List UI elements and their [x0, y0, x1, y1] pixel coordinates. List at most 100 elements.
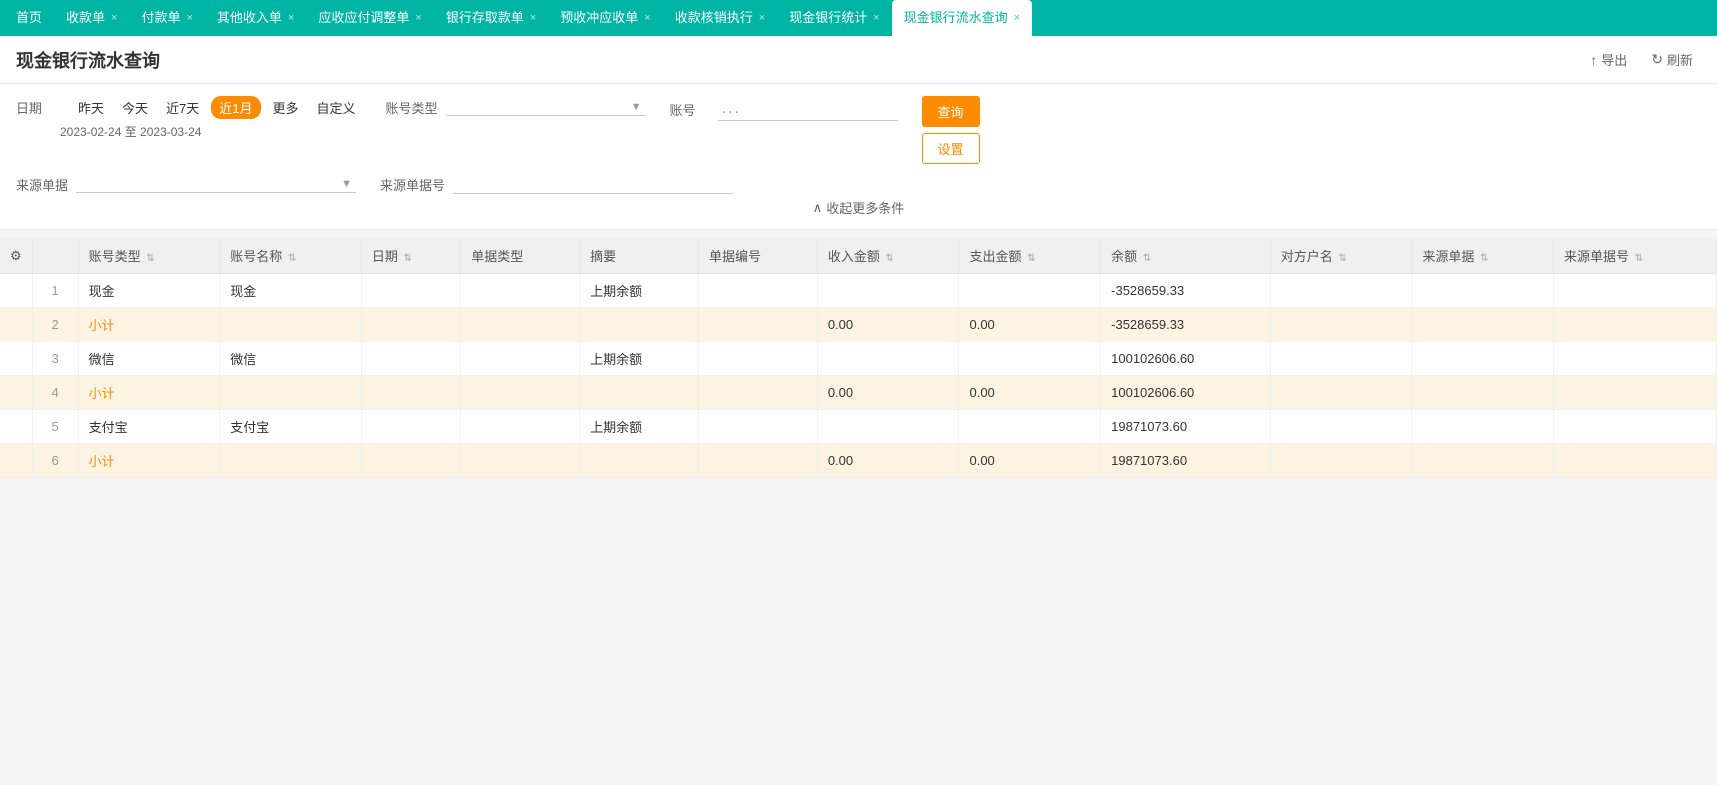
th-summary: 摘要 — [580, 238, 699, 274]
cell-doc-no — [698, 376, 817, 410]
cell-account-name: 微信 — [220, 342, 362, 376]
filter-area: 日期 昨天 今天 近7天 近1月 更多 自定义 2023-02-24 至 202… — [0, 84, 1717, 230]
account-type-select[interactable]: ▼ — [446, 99, 646, 116]
cell-income — [817, 342, 959, 376]
th-date[interactable]: 日期 ⇅ — [361, 238, 460, 274]
date-range-display: 2023-02-24 至 2023-03-24 — [60, 125, 201, 139]
table-body: 1现金现金上期余额-3528659.332小计0.000.00-3528659.… — [0, 274, 1717, 478]
source-doc-num-input[interactable] — [453, 174, 733, 194]
nav-stats-label: 现金银行统计 — [789, 0, 867, 36]
cell-summary: 上期余额 — [580, 342, 699, 376]
account-label: 账号 — [670, 100, 710, 119]
nav-receipts-close[interactable]: × — [111, 0, 117, 36]
th-account-name[interactable]: 账号名称 ⇅ — [220, 238, 362, 274]
nav-bank-deposit-close[interactable]: × — [530, 0, 536, 36]
nav-stats[interactable]: 现金银行统计 × — [777, 0, 891, 36]
cell-doc-no — [698, 410, 817, 444]
nav-payments[interactable]: 付款单 × — [129, 0, 204, 36]
settings-button[interactable]: 设置 — [922, 133, 980, 164]
nav-adjustment-close[interactable]: × — [415, 0, 421, 36]
cell-balance: 19871073.60 — [1101, 410, 1271, 444]
date-opt-1month[interactable]: 近1月 — [211, 96, 260, 119]
nav-flow-query[interactable]: 现金银行流水查询 × — [892, 0, 1032, 36]
cell-summary — [580, 444, 699, 478]
cell-gear — [0, 342, 32, 376]
table-header: ⚙ 账号类型 ⇅ 账号名称 ⇅ 日期 ⇅ 单据类型 摘要 单据编号 收入金额 ⇅… — [0, 238, 1717, 274]
cell-index: 6 — [32, 444, 78, 478]
table-row: 4小计0.000.00100102606.60 — [0, 376, 1717, 410]
cell-source-doc — [1412, 274, 1554, 308]
cell-index: 3 — [32, 342, 78, 376]
cell-source-doc — [1412, 342, 1554, 376]
nav-advance-close[interactable]: × — [644, 0, 650, 36]
cell-income — [817, 410, 959, 444]
cell-expense: 0.00 — [959, 308, 1101, 342]
collapse-label: 收起更多条件 — [826, 198, 904, 217]
cell-summary: 上期余额 — [580, 274, 699, 308]
date-opt-more[interactable]: 更多 — [267, 96, 305, 119]
cell-account-name: 现金 — [220, 274, 362, 308]
cell-account-type: 小计 — [78, 376, 220, 410]
nav-receipts[interactable]: 收款单 × — [54, 0, 129, 36]
date-opt-yesterday[interactable]: 昨天 — [72, 96, 110, 119]
top-nav: 首页 收款单 × 付款单 × 其他收入单 × 应收应付调整单 × 银行存取款单 … — [0, 0, 1717, 36]
source-doc-select[interactable]: ▼ — [76, 176, 356, 193]
th-source-doc-no[interactable]: 来源单据号 ⇅ — [1554, 238, 1717, 274]
cell-account-type: 小计 — [78, 308, 220, 342]
page-title: 现金银行流水查询 — [16, 47, 160, 73]
cell-doc-type — [461, 308, 580, 342]
nav-bank-deposit[interactable]: 银行存取款单 × — [434, 0, 548, 36]
cell-income: 0.00 — [817, 444, 959, 478]
th-source-doc[interactable]: 来源单据 ⇅ — [1412, 238, 1554, 274]
date-opt-custom[interactable]: 自定义 — [311, 96, 362, 119]
data-table: ⚙ 账号类型 ⇅ 账号名称 ⇅ 日期 ⇅ 单据类型 摘要 单据编号 收入金额 ⇅… — [0, 238, 1717, 478]
cell-doc-no — [698, 274, 817, 308]
cell-balance: -3528659.33 — [1101, 274, 1271, 308]
query-button[interactable]: 查询 — [922, 96, 980, 127]
th-balance[interactable]: 余额 ⇅ — [1101, 238, 1271, 274]
nav-other-income-close[interactable]: × — [288, 0, 294, 36]
collapse-icon: ∧ — [813, 200, 823, 216]
cell-doc-no — [698, 342, 817, 376]
cell-index: 1 — [32, 274, 78, 308]
nav-verify-close[interactable]: × — [759, 0, 765, 36]
cell-doc-type — [461, 444, 580, 478]
date-filter-label: 日期 — [16, 98, 56, 117]
nav-home[interactable]: 首页 — [4, 0, 54, 36]
nav-advance[interactable]: 预收冲应收单 × — [548, 0, 662, 36]
nav-adjustment-label: 应收应付调整单 — [318, 0, 409, 36]
nav-verify[interactable]: 收款核销执行 × — [663, 0, 777, 36]
account-input[interactable]: ... — [718, 98, 898, 121]
cell-source-doc-no — [1554, 274, 1717, 308]
nav-stats-close[interactable]: × — [873, 0, 879, 36]
nav-adjustment[interactable]: 应收应付调整单 × — [306, 0, 433, 36]
cell-index: 5 — [32, 410, 78, 444]
th-expense[interactable]: 支出金额 ⇅ — [959, 238, 1101, 274]
nav-flow-query-close[interactable]: × — [1014, 0, 1020, 36]
cell-counterpart — [1270, 376, 1412, 410]
cell-account-type: 微信 — [78, 342, 220, 376]
nav-payments-close[interactable]: × — [186, 0, 192, 36]
export-button[interactable]: ↑ 导出 — [1582, 46, 1635, 73]
collapse-bar[interactable]: ∧ 收起更多条件 — [16, 198, 1701, 217]
export-label: 导出 — [1601, 50, 1627, 69]
th-gear[interactable]: ⚙ — [0, 238, 32, 274]
date-opt-today[interactable]: 今天 — [116, 96, 154, 119]
th-income[interactable]: 收入金额 ⇅ — [817, 238, 959, 274]
cell-expense — [959, 274, 1101, 308]
refresh-button[interactable]: ↻ 刷新 — [1643, 46, 1701, 73]
table-row: 1现金现金上期余额-3528659.33 — [0, 274, 1717, 308]
date-opt-7days[interactable]: 近7天 — [160, 96, 205, 119]
cell-source-doc-no — [1554, 376, 1717, 410]
header-actions: ↑ 导出 ↻ 刷新 — [1582, 46, 1701, 73]
filter-buttons: 查询 设置 — [922, 96, 980, 164]
cell-balance: 19871073.60 — [1101, 444, 1271, 478]
th-counterpart[interactable]: 对方户名 ⇅ — [1270, 238, 1412, 274]
page-header: 现金银行流水查询 ↑ 导出 ↻ 刷新 — [0, 36, 1717, 84]
cell-expense — [959, 342, 1101, 376]
cell-account-name — [220, 376, 362, 410]
date-options: 昨天 今天 近7天 近1月 更多 自定义 — [72, 96, 362, 119]
cell-doc-no — [698, 444, 817, 478]
nav-other-income[interactable]: 其他收入单 × — [205, 0, 306, 36]
th-account-type[interactable]: 账号类型 ⇅ — [78, 238, 220, 274]
